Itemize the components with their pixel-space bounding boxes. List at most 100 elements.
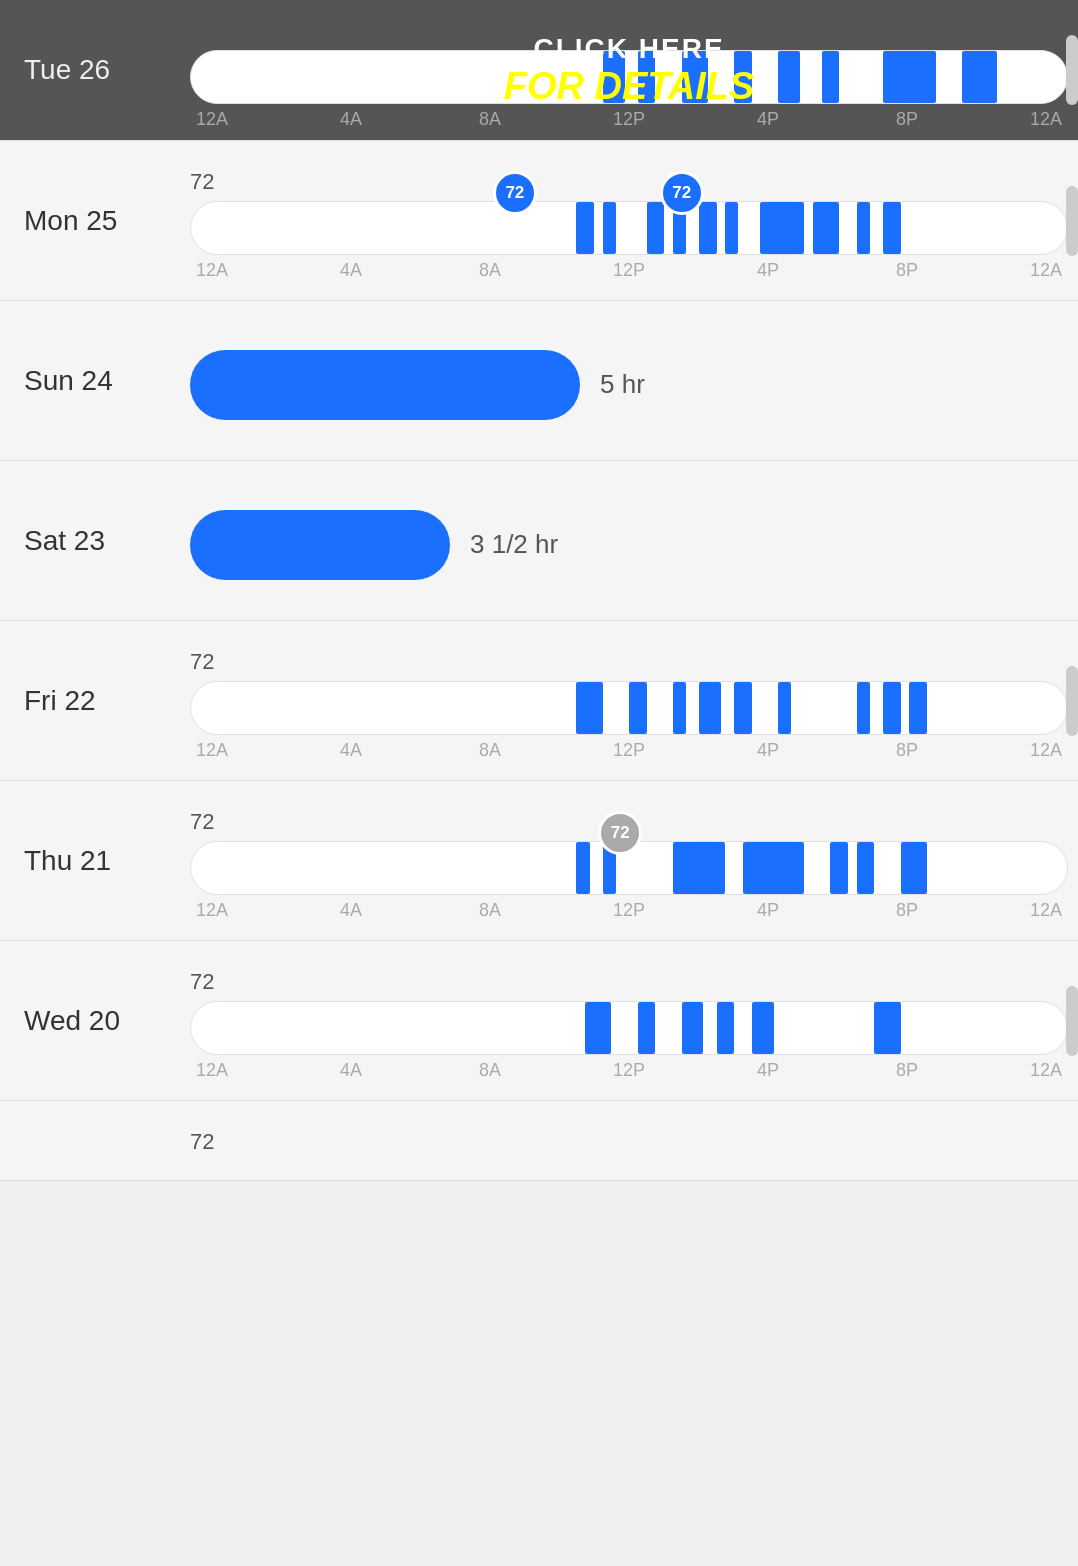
tick-label: 12P <box>609 900 649 921</box>
block-mon25-0 <box>576 202 594 254</box>
block-thu21-0 <box>576 842 589 894</box>
day-label-fri22: Fri 22 <box>0 621 180 780</box>
timeline-mon25: 727212A4A8A12P4P8P12A <box>190 201 1068 281</box>
temp-label-wed20: 72 <box>190 969 1068 995</box>
block-wed20-2 <box>682 1002 704 1054</box>
badge-mon25-0: 72 <box>493 171 537 215</box>
temp-label-partial: 72 <box>190 1129 1068 1155</box>
block-wed20-1 <box>638 1002 656 1054</box>
timeline-wed20: 12A 4A 8A 12P 4P 8P 12A <box>190 1001 1068 1081</box>
block-mon25-5 <box>725 202 738 254</box>
block-fri22-6 <box>857 682 870 734</box>
block-fri22-5 <box>778 682 791 734</box>
tick-label: 4A <box>331 260 371 281</box>
timeline-bar-mon25 <box>190 201 1068 255</box>
tick-label: 8P <box>887 260 927 281</box>
day-label-wed20: Wed 20 <box>0 941 180 1100</box>
tick-label: 12A <box>1026 1060 1066 1081</box>
timeline-bar-fri22 <box>190 681 1068 735</box>
block-thu21-4 <box>830 842 848 894</box>
day-row-mon25: Mon 2572727212A4A8A12P4P8P12A <box>0 141 1078 301</box>
tick-label: 12P <box>609 740 649 761</box>
tick-label: 8A <box>470 740 510 761</box>
day-label-partial <box>0 1101 180 1180</box>
day-content-wed20: 72 12A 4A 8A 12P 4P 8P 12A <box>180 941 1078 1100</box>
day-row-wed20: Wed 20 72 12A 4A 8A 12P 4P 8P 12A <box>0 941 1078 1101</box>
solid-container-sat23: 3 1/2 hr <box>190 510 1068 580</box>
scrollbar-handle[interactable] <box>1066 986 1078 1056</box>
solid-bar-sun24 <box>190 350 580 420</box>
day-row-tue26: Tue 267212A4A8A12P4P8P12ACLICK HEREFor D… <box>0 0 1078 141</box>
tick-row-thu21: 12A4A8A12P4P8P12A <box>190 900 1068 921</box>
block-fri22-2 <box>673 682 686 734</box>
block-mon25-7 <box>813 202 839 254</box>
timeline-fri22: 12A 4A 8A 12P 4P 8P 12A <box>190 681 1068 761</box>
tick-label: 8A <box>470 900 510 921</box>
day-content-partial: 72 <box>180 1101 1078 1180</box>
timeline-thu21: 7212A4A8A12P4P8P12A <box>190 841 1068 921</box>
block-fri22-8 <box>909 682 927 734</box>
tick-label: 12A <box>1026 260 1066 281</box>
day-label-tue26: Tue 26 <box>0 0 180 140</box>
block-thu21-5 <box>857 842 875 894</box>
block-mon25-8 <box>857 202 870 254</box>
duration-label-sat23: 3 1/2 hr <box>470 529 558 560</box>
scrollbar-handle[interactable] <box>1066 666 1078 736</box>
tick-label: 4A <box>331 1060 371 1081</box>
tick-label: 8P <box>887 1060 927 1081</box>
block-thu21-6 <box>901 842 927 894</box>
scrollbar-handle[interactable] <box>1066 186 1078 256</box>
day-content-sat23: 3 1/2 hr <box>180 461 1078 620</box>
tick-label: 12A <box>1026 900 1066 921</box>
day-label-mon25: Mon 25 <box>0 141 180 300</box>
day-label-sun24: Sun 24 <box>0 301 180 460</box>
solid-bar-sat23 <box>190 510 450 580</box>
temp-label-fri22: 72 <box>190 649 1068 675</box>
solid-container-sun24: 5 hr <box>190 350 1068 420</box>
block-wed20-3 <box>717 1002 735 1054</box>
tick-label: 4P <box>748 900 788 921</box>
tick-label: 12P <box>609 260 649 281</box>
click-here-text: CLICK HERE <box>533 33 724 65</box>
tick-label: 4P <box>748 260 788 281</box>
tick-row-wed20: 12A 4A 8A 12P 4P 8P 12A <box>190 1060 1068 1081</box>
day-content-fri22: 72 12A 4A 8A 12P 4P 8P 12A <box>180 621 1078 780</box>
day-content-sun24: 5 hr <box>180 301 1078 460</box>
block-fri22-0 <box>576 682 602 734</box>
day-content-tue26: 7212A4A8A12P4P8P12ACLICK HEREFor Details <box>180 0 1078 140</box>
day-row-thu21: Thu 21727212A4A8A12P4P8P12A <box>0 781 1078 941</box>
tick-label: 12A <box>192 900 232 921</box>
tick-label: 4P <box>748 740 788 761</box>
block-fri22-1 <box>629 682 647 734</box>
tick-label: 4A <box>331 740 371 761</box>
day-content-thu21: 727212A4A8A12P4P8P12A <box>180 781 1078 940</box>
for-details-text: For Details <box>504 65 755 108</box>
block-mon25-1 <box>603 202 616 254</box>
tick-label: 8P <box>887 740 927 761</box>
tick-row-mon25: 12A4A8A12P4P8P12A <box>190 260 1068 281</box>
badge-mon25-1: 72 <box>660 171 704 215</box>
tick-label: 8A <box>470 1060 510 1081</box>
block-mon25-6 <box>760 202 804 254</box>
tick-label: 8A <box>470 260 510 281</box>
day-row-sun24: Sun 24 5 hr <box>0 301 1078 461</box>
tick-row-fri22: 12A 4A 8A 12P 4P 8P 12A <box>190 740 1068 761</box>
block-mon25-4 <box>699 202 717 254</box>
duration-label-sun24: 5 hr <box>600 369 645 400</box>
block-wed20-0 <box>585 1002 611 1054</box>
day-label-sat23: Sat 23 <box>0 461 180 620</box>
click-here-overlay[interactable]: CLICK HEREFor Details <box>180 0 1078 140</box>
day-row-sat23: Sat 23 3 1/2 hr <box>0 461 1078 621</box>
tick-label: 4A <box>331 900 371 921</box>
tick-label: 4P <box>748 1060 788 1081</box>
block-fri22-3 <box>699 682 721 734</box>
day-row-fri22: Fri 22 72 12A 4A 8A 12P 4P 8P 12A <box>0 621 1078 781</box>
block-wed20-5 <box>874 1002 900 1054</box>
tick-label: 12A <box>192 740 232 761</box>
tick-label: 12A <box>192 1060 232 1081</box>
tick-label: 12P <box>609 1060 649 1081</box>
block-thu21-3 <box>743 842 804 894</box>
tick-label: 12A <box>1026 740 1066 761</box>
temp-label-mon25: 72 <box>190 169 1068 195</box>
block-fri22-7 <box>883 682 901 734</box>
